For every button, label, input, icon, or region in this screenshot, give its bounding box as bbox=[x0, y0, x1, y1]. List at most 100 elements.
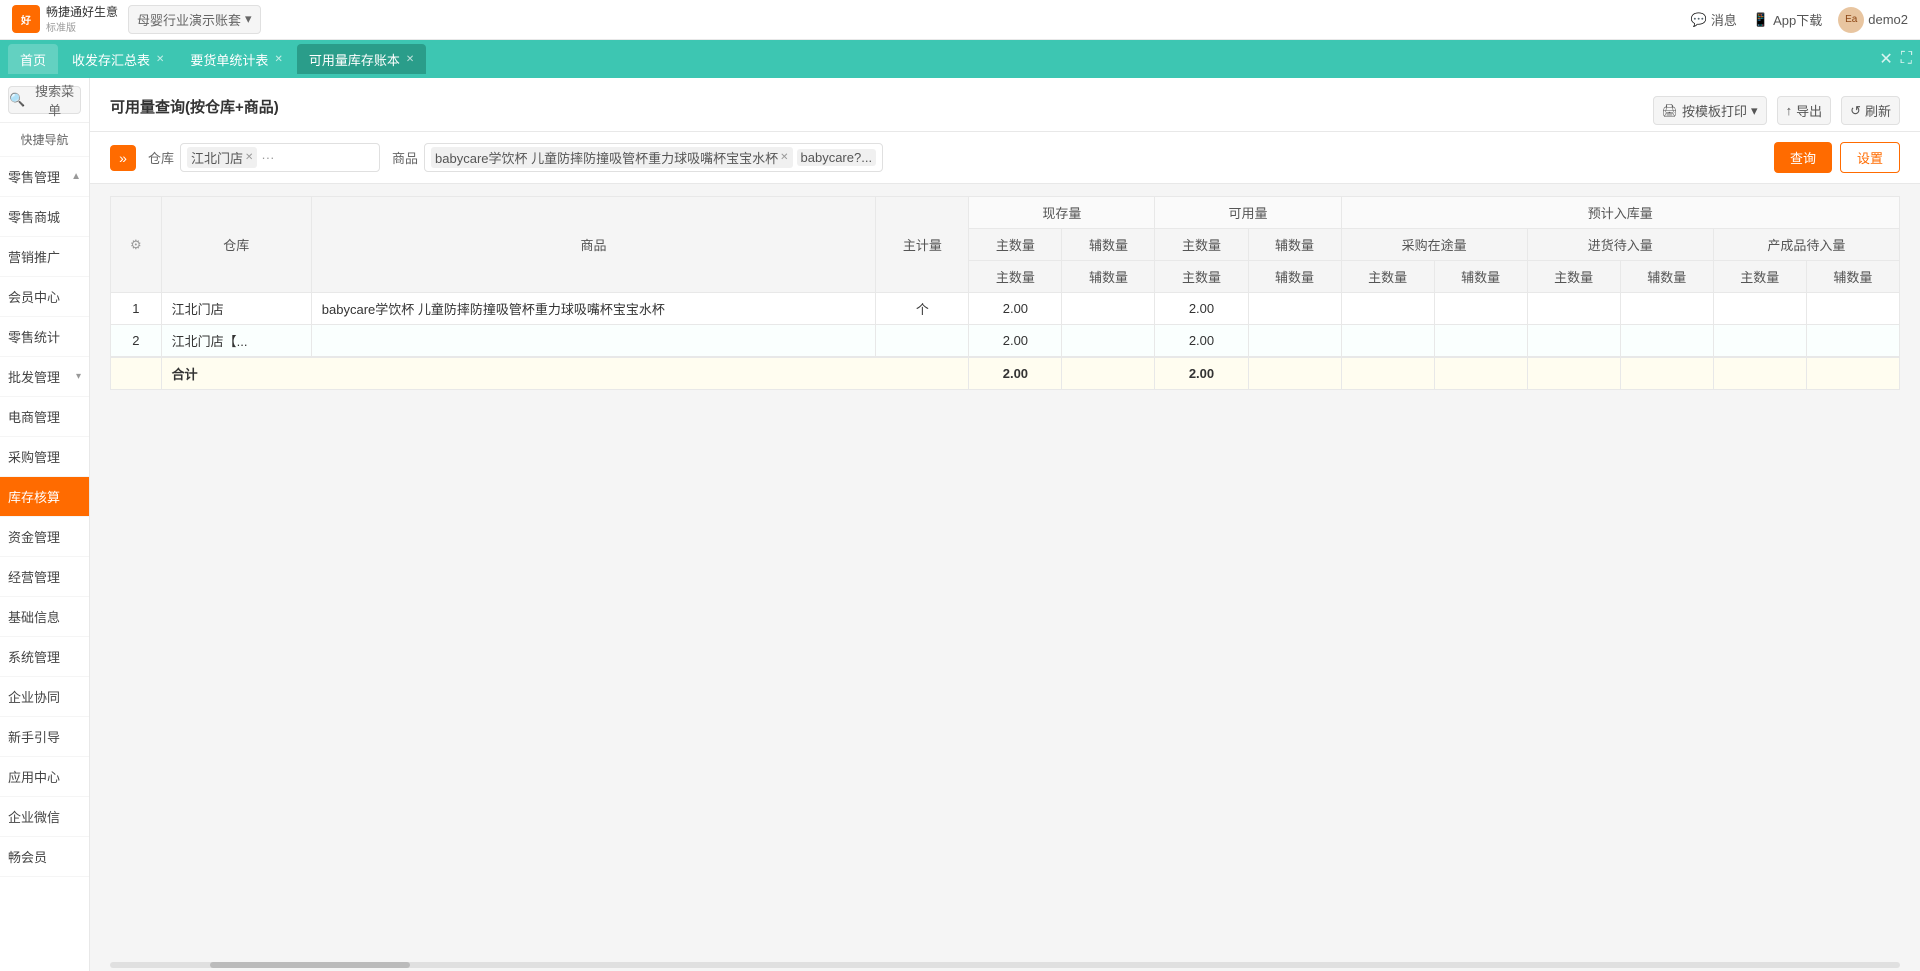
settings-icon[interactable]: ⚙ bbox=[130, 237, 142, 252]
cell-pp-aux bbox=[1806, 293, 1899, 325]
print-btn[interactable]: 🖨 按模板打印 ▾ bbox=[1653, 96, 1767, 125]
query-btn[interactable]: 查询 bbox=[1774, 142, 1832, 173]
col-available-aux-header: 辅数量 bbox=[1248, 229, 1341, 261]
warehouse-tag-area[interactable]: 江北门店 ✕ ··· bbox=[180, 143, 380, 172]
sidebar-item-ecommerce-label: 电商管理 bbox=[8, 407, 60, 426]
product-filter-group: 商品 babycare学饮杯 儿童防摔防撞吸管杯重力球吸嘴杯宝宝水杯 ✕ bab… bbox=[392, 143, 883, 172]
message-btn[interactable]: 💬 消息 bbox=[1691, 10, 1737, 29]
table-body: 1 江北门店 babycare学饮杯 儿童防摔防撞吸管杯重力球吸嘴杯宝宝水杯 个… bbox=[111, 293, 1900, 358]
col-cs-main: 主数量 bbox=[969, 261, 1062, 293]
product-tag-2-text: babycare?... bbox=[801, 150, 873, 165]
tab-order-stats-label: 要货单统计表 bbox=[190, 50, 268, 69]
cell-pt-main bbox=[1341, 293, 1434, 325]
sidebar-item-purchase-label: 采购管理 bbox=[8, 447, 60, 466]
col-pp-aux: 辅数量 bbox=[1806, 261, 1899, 293]
page-toolbar: 🖨 按模板打印 ▾ ↑ 导出 ↺ 刷新 bbox=[1653, 90, 1901, 131]
nav-tabs-right: ✕ ⛶ bbox=[1879, 49, 1912, 69]
logo-area: 好 畅捷通好生意 标准版 bbox=[12, 5, 118, 34]
cell-index: 1 bbox=[111, 293, 162, 325]
search-menu-btn[interactable]: 🔍 搜索菜单 bbox=[8, 86, 81, 114]
footer-current-main: 2.00 bbox=[969, 357, 1062, 390]
tab-available-stock-close[interactable]: ✕ bbox=[406, 54, 414, 65]
sidebar-item-new-guide[interactable]: 新手引导 bbox=[0, 717, 89, 757]
refresh-icon: ↺ bbox=[1850, 103, 1861, 119]
refresh-btn[interactable]: ↺ 刷新 bbox=[1841, 96, 1900, 125]
tab-available-stock[interactable]: 可用量库存账本 ✕ bbox=[297, 44, 426, 74]
footer-pp-aux bbox=[1806, 357, 1899, 390]
footer-available-aux bbox=[1248, 357, 1341, 390]
sidebar-item-new-guide-label: 新手引导 bbox=[8, 727, 60, 746]
refresh-label: 刷新 bbox=[1865, 101, 1891, 120]
product-tag-1-close[interactable]: ✕ bbox=[780, 152, 788, 163]
cell-product bbox=[311, 325, 876, 358]
close-all-btn[interactable]: ✕ bbox=[1879, 49, 1892, 69]
product-tag-1: babycare学饮杯 儿童防摔防撞吸管杯重力球吸嘴杯宝宝水杯 ✕ bbox=[431, 147, 792, 168]
sidebar-item-system[interactable]: 系统管理 bbox=[0, 637, 89, 677]
export-btn[interactable]: ↑ 导出 bbox=[1777, 96, 1832, 125]
group-planned-in-header: 预计入库量 bbox=[1341, 197, 1899, 229]
user-avatar-area[interactable]: Ea demo2 bbox=[1838, 7, 1908, 33]
sidebar-item-corp-wechat-label: 企业微信 bbox=[8, 807, 60, 826]
sidebar-item-purchase[interactable]: 采购管理 bbox=[0, 437, 89, 477]
logo-sub: 标准版 bbox=[46, 19, 118, 34]
tab-order-stats-close[interactable]: ✕ bbox=[274, 54, 282, 65]
sidebar-item-finance[interactable]: 资金管理 bbox=[0, 517, 89, 557]
cell-current-aux bbox=[1062, 293, 1155, 325]
fullscreen-btn[interactable]: ⛶ bbox=[1901, 50, 1912, 68]
scroll-track bbox=[110, 962, 1900, 968]
content-area: 可用量查询(按仓库+商品) 🖨 按模板打印 ▾ ↑ 导出 ↺ 刷新 bbox=[90, 78, 1920, 971]
cell-in-main bbox=[1527, 325, 1620, 358]
sidebar-item-retail-mgmt[interactable]: 零售管理 ▲ bbox=[0, 157, 89, 197]
cell-pp-aux bbox=[1806, 325, 1899, 358]
tab-receive-close[interactable]: ✕ bbox=[156, 54, 164, 65]
app-download-btn[interactable]: 📱 App下载 bbox=[1753, 10, 1822, 29]
avatar: Ea bbox=[1838, 7, 1864, 33]
sidebar-item-member[interactable]: 会员中心 bbox=[0, 277, 89, 317]
tab-available-stock-label: 可用量库存账本 bbox=[309, 50, 400, 69]
sidebar-item-app-center[interactable]: 应用中心 bbox=[0, 757, 89, 797]
export-icon: ↑ bbox=[1786, 103, 1793, 118]
warehouse-filter-group: 仓库 江北门店 ✕ ··· bbox=[148, 143, 380, 172]
footer-label: 合计 bbox=[161, 357, 969, 390]
logo-texts: 畅捷通好生意 标准版 bbox=[46, 5, 118, 34]
top-bar-right: 💬 消息 📱 App下载 Ea demo2 bbox=[1691, 7, 1908, 33]
sidebar-item-basic-info[interactable]: 基础信息 bbox=[0, 597, 89, 637]
sidebar-item-ops[interactable]: 经营管理 bbox=[0, 557, 89, 597]
cell-current-main: 2.00 bbox=[969, 293, 1062, 325]
footer-pt-main bbox=[1341, 357, 1434, 390]
main-layout: 🔍 搜索菜单 快捷导航 零售管理 ▲ 零售商城 营销推广 会员中心 零售统计 批… bbox=[0, 78, 1920, 971]
sidebar-item-corp-wechat[interactable]: 企业微信 bbox=[0, 797, 89, 837]
sidebar-item-retail-stats[interactable]: 零售统计 bbox=[0, 317, 89, 357]
sidebar-item-ecommerce[interactable]: 电商管理 bbox=[0, 397, 89, 437]
filter-toggle-btn[interactable]: » bbox=[110, 145, 136, 171]
table-row: 2 江北门店【... 2.00 2.00 bbox=[111, 325, 1900, 358]
cell-available-main: 2.00 bbox=[1155, 325, 1248, 358]
sidebar-item-corp-collab[interactable]: 企业协同 bbox=[0, 677, 89, 717]
template-selector[interactable]: 母婴行业演示账套 ▾ bbox=[128, 5, 261, 34]
sidebar-item-inventory-label: 库存核算 bbox=[8, 487, 60, 506]
chevron-down-icon-wholesale: ▾ bbox=[76, 371, 81, 382]
sidebar-item-wholesale[interactable]: 批发管理 ▾ bbox=[0, 357, 89, 397]
warehouse-tag-close[interactable]: ✕ bbox=[245, 152, 253, 163]
tab-receive[interactable]: 收发存汇总表 ✕ bbox=[60, 44, 176, 74]
sidebar-item-retail-mall[interactable]: 零售商城 bbox=[0, 197, 89, 237]
print-icon: 🖨 bbox=[1662, 103, 1679, 119]
tab-home[interactable]: 首页 bbox=[8, 44, 58, 74]
logo-text: 畅捷通好生意 bbox=[46, 5, 118, 19]
col-available-main-header: 主数量 bbox=[1155, 229, 1248, 261]
tab-order-stats[interactable]: 要货单统计表 ✕ bbox=[178, 44, 294, 74]
sidebar-item-vip[interactable]: 畅会员 bbox=[0, 837, 89, 877]
table-scroll-bar bbox=[90, 959, 1920, 971]
footer-in-aux bbox=[1620, 357, 1713, 390]
product-tag-area[interactable]: babycare学饮杯 儿童防摔防撞吸管杯重力球吸嘴杯宝宝水杯 ✕ babyca… bbox=[424, 143, 883, 172]
search-icon: 🔍 bbox=[9, 92, 25, 108]
sidebar-item-marketing[interactable]: 营销推广 bbox=[0, 237, 89, 277]
scroll-thumb[interactable] bbox=[210, 962, 410, 968]
cell-pp-main bbox=[1713, 325, 1806, 358]
top-bar-left: 好 畅捷通好生意 标准版 母婴行业演示账套 ▾ bbox=[12, 5, 261, 34]
app-icon: 📱 bbox=[1753, 12, 1769, 28]
sidebar-shortcut-link[interactable]: 快捷导航 bbox=[0, 123, 89, 157]
sidebar-item-inventory[interactable]: 库存核算 bbox=[0, 477, 89, 517]
subgroup-incoming: 进货待入量 bbox=[1527, 229, 1713, 261]
setting-btn[interactable]: 设置 bbox=[1840, 142, 1900, 173]
